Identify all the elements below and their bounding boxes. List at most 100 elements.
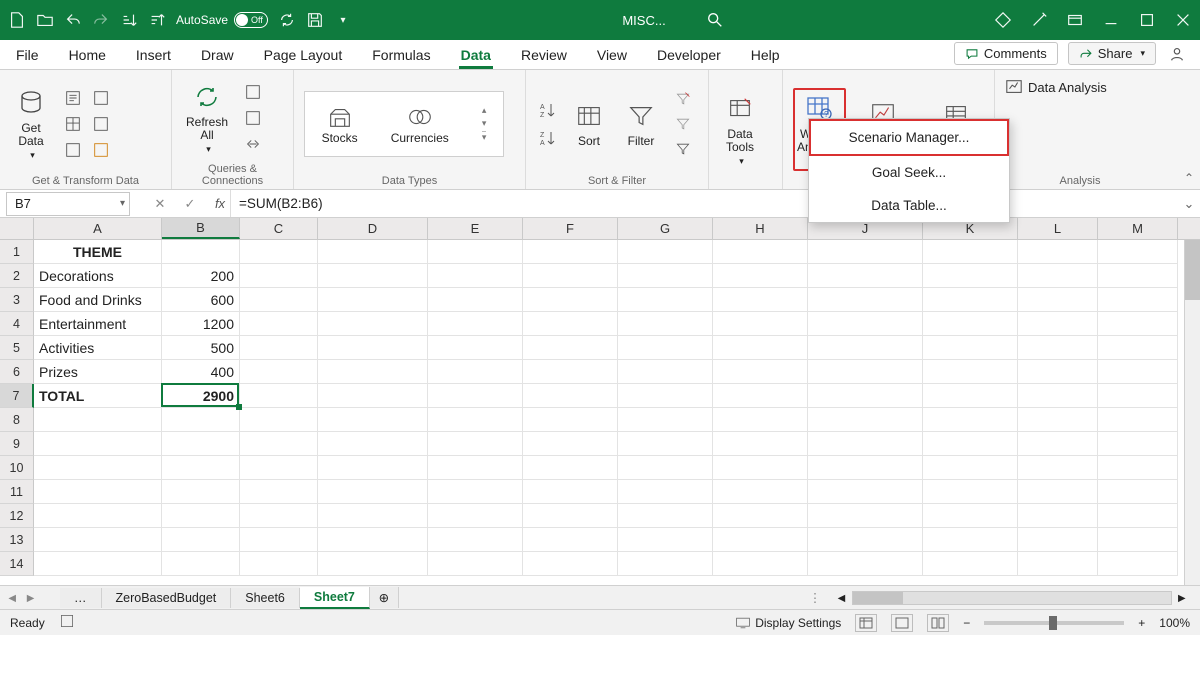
cell[interactable] — [523, 240, 618, 264]
cell[interactable] — [162, 456, 240, 480]
cell[interactable] — [808, 456, 923, 480]
minimize-icon[interactable] — [1102, 11, 1120, 29]
formula-input[interactable]: =SUM(B2:B6) — [230, 190, 1178, 217]
search-button[interactable] — [706, 11, 724, 29]
cell[interactable] — [808, 336, 923, 360]
cell[interactable] — [1018, 528, 1098, 552]
recent-sources-icon[interactable] — [90, 113, 112, 135]
cell[interactable] — [34, 432, 162, 456]
cell[interactable] — [318, 288, 428, 312]
cell[interactable] — [923, 360, 1018, 384]
accessibility-icon[interactable] — [59, 613, 75, 632]
cell[interactable] — [923, 384, 1018, 408]
zoom-in-icon[interactable]: + — [1138, 616, 1145, 630]
tab-page-layout[interactable]: Page Layout — [262, 43, 345, 69]
cell[interactable] — [162, 408, 240, 432]
cell[interactable] — [618, 288, 713, 312]
cell[interactable] — [1018, 504, 1098, 528]
row-header[interactable]: 14 — [0, 552, 34, 576]
cell[interactable]: 200 — [162, 264, 240, 288]
sort-asc-icon[interactable] — [120, 11, 138, 29]
cell[interactable] — [318, 240, 428, 264]
cell[interactable] — [713, 528, 808, 552]
redo-icon[interactable] — [92, 11, 110, 29]
cell[interactable] — [618, 408, 713, 432]
chevron-down-icon[interactable]: ▾ — [120, 198, 125, 209]
cell[interactable] — [523, 408, 618, 432]
row-header[interactable]: 8 — [0, 408, 34, 432]
existing-conn-icon[interactable] — [62, 139, 84, 161]
cell[interactable] — [923, 336, 1018, 360]
cell[interactable] — [1018, 360, 1098, 384]
col-header[interactable]: D — [318, 218, 428, 239]
cell[interactable] — [618, 312, 713, 336]
cell[interactable] — [713, 432, 808, 456]
clear-filter-icon[interactable] — [672, 88, 694, 110]
cell[interactable] — [318, 528, 428, 552]
cell[interactable] — [523, 432, 618, 456]
cell[interactable] — [808, 288, 923, 312]
sheet-tab[interactable]: Sheet6 — [231, 588, 300, 608]
cell[interactable] — [923, 264, 1018, 288]
cell[interactable] — [523, 264, 618, 288]
cell[interactable]: 400 — [162, 360, 240, 384]
col-header[interactable]: H — [713, 218, 808, 239]
menu-data-table[interactable]: Data Table... — [809, 189, 1009, 222]
cell[interactable] — [713, 456, 808, 480]
reapply-icon[interactable] — [672, 113, 694, 135]
new-file-icon[interactable] — [8, 11, 26, 29]
cell[interactable] — [808, 240, 923, 264]
edit-links-icon[interactable] — [242, 133, 264, 155]
sheet-tab-more[interactable]: … — [60, 588, 102, 608]
menu-goal-seek[interactable]: Goal Seek... — [809, 156, 1009, 189]
from-table-icon[interactable] — [62, 113, 84, 135]
close-icon[interactable] — [1174, 11, 1192, 29]
cell[interactable] — [923, 432, 1018, 456]
cell[interactable] — [318, 384, 428, 408]
cell[interactable] — [162, 504, 240, 528]
row-header[interactable]: 3 — [0, 288, 34, 312]
enter-formula-icon[interactable]: ✓ — [180, 196, 200, 212]
qat-more-icon[interactable]: ▾ — [334, 11, 352, 29]
cell[interactable] — [1098, 288, 1178, 312]
add-sheet-button[interactable]: ⊕ — [370, 587, 399, 608]
normal-view-icon[interactable] — [855, 614, 877, 632]
fx-icon[interactable]: fx — [210, 196, 230, 211]
cell[interactable]: Decorations — [34, 264, 162, 288]
cell[interactable] — [713, 384, 808, 408]
cell[interactable] — [1018, 288, 1098, 312]
cell[interactable] — [618, 240, 713, 264]
cell[interactable] — [1018, 480, 1098, 504]
hscroll-right-icon[interactable]: ► — [1172, 591, 1192, 605]
cell[interactable] — [318, 432, 428, 456]
cell[interactable] — [34, 504, 162, 528]
cell[interactable] — [428, 288, 523, 312]
open-file-icon[interactable] — [36, 11, 54, 29]
select-all-corner[interactable] — [0, 218, 34, 239]
cell[interactable]: Activities — [34, 336, 162, 360]
cell[interactable] — [923, 552, 1018, 576]
cell[interactable] — [240, 528, 318, 552]
cell[interactable] — [618, 456, 713, 480]
cell[interactable] — [318, 456, 428, 480]
cell[interactable] — [523, 384, 618, 408]
cell[interactable] — [428, 264, 523, 288]
cell[interactable] — [618, 384, 713, 408]
row-header[interactable]: 9 — [0, 432, 34, 456]
cell[interactable] — [618, 552, 713, 576]
share-button[interactable]: Share ▾ — [1068, 42, 1156, 65]
cell[interactable] — [618, 480, 713, 504]
zoom-out-icon[interactable]: − — [963, 616, 970, 630]
row-header[interactable]: 11 — [0, 480, 34, 504]
tab-view[interactable]: View — [595, 43, 629, 69]
cell[interactable] — [523, 528, 618, 552]
cell[interactable] — [923, 288, 1018, 312]
cell[interactable] — [162, 432, 240, 456]
ribbon-mode-icon[interactable] — [1066, 11, 1084, 29]
cell[interactable] — [1018, 384, 1098, 408]
cell[interactable] — [428, 360, 523, 384]
cell[interactable] — [713, 240, 808, 264]
cell[interactable] — [428, 336, 523, 360]
cell[interactable] — [1098, 312, 1178, 336]
vertical-scrollbar[interactable] — [1184, 240, 1200, 585]
